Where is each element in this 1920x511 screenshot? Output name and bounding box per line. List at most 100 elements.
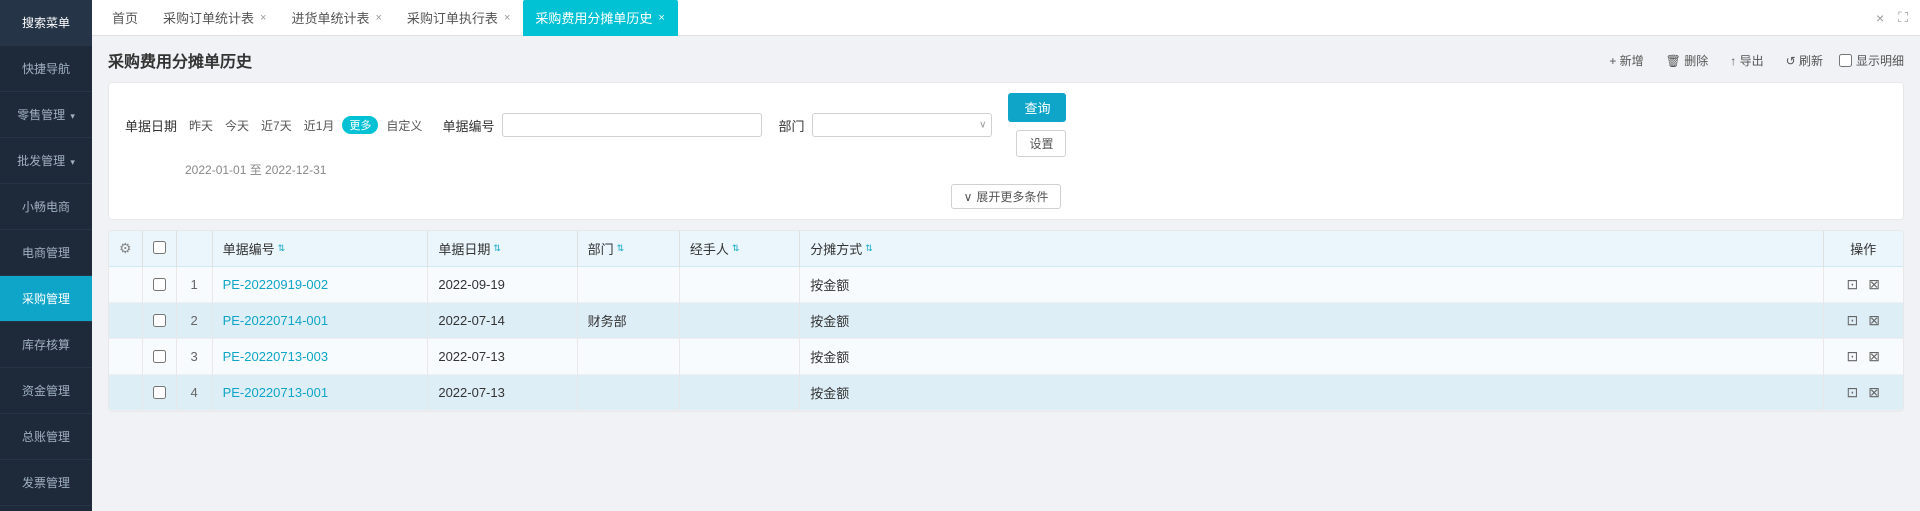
th-dept-sort-icon[interactable]: ⇅ <box>617 243 625 254</box>
tabbar-close-btn[interactable]: × <box>1872 8 1888 28</box>
tab-stock-stats[interactable]: 进货单统计表 × <box>279 0 394 36</box>
row-view-btn-1[interactable]: ⊡ <box>1845 310 1861 331</box>
shortcut-yesterday[interactable]: 昨天 <box>185 116 217 135</box>
add-button[interactable]: + 新增 <box>1603 49 1649 72</box>
row-checkbox-cell <box>142 339 176 375</box>
row-view-btn-3[interactable]: ⊡ <box>1845 382 1861 403</box>
row-delete-btn-0[interactable]: ⊠ <box>1866 274 1882 295</box>
shortcut-custom[interactable]: 自定义 <box>382 116 426 135</box>
tabbar-actions: × ⛶ <box>1872 7 1912 28</box>
th-date-label: 单据日期 <box>438 239 490 258</box>
sidebar-item-finance[interactable]: 资金管理 <box>0 368 92 414</box>
sidebar-item-label-invoice: 发票管理 <box>0 474 92 491</box>
sidebar-item-label-inventory: 库存核算 <box>0 336 92 353</box>
sidebar-item-ecommerce[interactable]: 电商管理 <box>0 230 92 276</box>
doc-no-filter-field: 单据编号 <box>442 113 762 137</box>
row-date-3: 2022-07-13 <box>428 375 577 411</box>
th-dept: 部门⇅ <box>577 231 679 267</box>
query-button[interactable]: 查询 <box>1008 93 1066 122</box>
th-split-sort-icon[interactable]: ⇅ <box>865 243 873 254</box>
tab-label-stock-stats: 进货单统计表 <box>291 8 369 27</box>
table-row: 1 PE-20220919-002 2022-09-19 按金额 ⊡ ⊠ <box>109 267 1903 303</box>
row-actions-0: ⊡ ⊠ <box>1823 267 1903 303</box>
th-handler-sort-icon[interactable]: ⇅ <box>732 243 740 254</box>
column-settings-icon[interactable]: ⚙ <box>119 240 132 256</box>
th-date-sort-icon[interactable]: ⇅ <box>493 243 501 254</box>
doc-no-link-2[interactable]: PE-20220713-003 <box>223 349 329 364</box>
row-delete-btn-2[interactable]: ⊠ <box>1866 346 1882 367</box>
dept-input[interactable] <box>812 113 992 137</box>
th-doc-no-sort-icon[interactable]: ⇅ <box>278 243 286 254</box>
tab-close-stock-stats[interactable]: × <box>375 12 381 24</box>
sidebar-item-invoice[interactable]: 发票管理 <box>0 460 92 506</box>
sidebar-item-label-retail: 零售管理 ▾ <box>0 106 92 123</box>
filter-settings-button[interactable]: 设置 <box>1016 130 1066 157</box>
date-shortcuts: 昨天 今天 近7天 近1月 更多 自定义 <box>185 116 426 135</box>
sidebar-item-mini[interactable]: 小畅电商 <box>0 184 92 230</box>
shortcut-7days[interactable]: 近7天 <box>257 116 296 135</box>
sidebar-item-label-mini: 小畅电商 <box>0 198 92 215</box>
shortcut-more[interactable]: 更多 <box>342 116 378 134</box>
row-handler-2 <box>679 339 799 375</box>
sidebar-item-general[interactable]: 总账管理 <box>0 414 92 460</box>
tab-close-purchase-cost-split[interactable]: × <box>658 12 664 24</box>
doc-no-link-1[interactable]: PE-20220714-001 <box>223 313 329 328</box>
data-table: ⚙ 单据编号⇅ 单据日期⇅ 部门⇅ <box>109 231 1903 411</box>
row-delete-btn-1[interactable]: ⊠ <box>1866 310 1882 331</box>
shortcut-1month[interactable]: 近1月 <box>300 116 339 135</box>
main-content: 首页采购订单统计表×进货单统计表×采购订单执行表×采购费用分摊单历史× × ⛶ … <box>92 0 1920 511</box>
row-dept-0 <box>577 267 679 303</box>
row-delete-btn-3[interactable]: ⊠ <box>1866 382 1882 403</box>
table-row: 4 PE-20220713-001 2022-07-13 按金额 ⊡ ⊠ <box>109 375 1903 411</box>
row-checkbox-3[interactable] <box>153 386 166 399</box>
tab-home[interactable]: 首页 <box>100 0 151 36</box>
sidebar-arrow-${item.id}: ▾ <box>70 157 75 167</box>
row-checkbox-0[interactable] <box>153 278 166 291</box>
dept-filter-field: 部门 ∨ <box>778 113 992 137</box>
tab-purchase-cost-split[interactable]: 采购费用分摊单历史× <box>523 0 677 36</box>
sidebar-item-wholesale[interactable]: 批发管理 ▾ <box>0 138 92 184</box>
th-doc-no: 单据编号⇅ <box>212 231 428 267</box>
doc-no-input[interactable] <box>502 113 762 137</box>
sidebar-item-label-search: 搜索菜单 <box>0 14 92 31</box>
row-num-2: 3 <box>176 339 212 375</box>
row-actions-1: ⊡ ⊠ <box>1823 303 1903 339</box>
date-filter-label: 单据日期 <box>125 116 177 135</box>
tab-close-purchase-order-stats[interactable]: × <box>260 12 266 24</box>
tab-purchase-order-exec[interactable]: 采购订单执行表× <box>395 0 523 36</box>
row-num-1: 2 <box>176 303 212 339</box>
table-header-row: ⚙ 单据编号⇅ 单据日期⇅ 部门⇅ <box>109 231 1903 267</box>
row-actions-2: ⊡ ⊠ <box>1823 339 1903 375</box>
sidebar-item-shortcut[interactable]: 快捷导航 <box>0 46 92 92</box>
shortcut-today[interactable]: 今天 <box>221 116 253 135</box>
doc-no-link-0[interactable]: PE-20220919-002 <box>223 277 329 292</box>
tabbar-maximize-btn[interactable]: ⛶ <box>1894 7 1912 28</box>
row-checkbox-2[interactable] <box>153 350 166 363</box>
tab-label-purchase-order-stats: 采购订单统计表 <box>163 8 254 27</box>
row-view-btn-2[interactable]: ⊡ <box>1845 346 1861 367</box>
expand-more-btn[interactable]: ∨ 展开更多条件 <box>951 184 1062 209</box>
select-all-checkbox[interactable] <box>153 241 166 254</box>
tab-close-purchase-order-exec[interactable]: × <box>504 12 510 24</box>
sidebar-item-inventory[interactable]: 库存核算 <box>0 322 92 368</box>
tab-purchase-order-stats[interactable]: 采购订单统计表 × <box>151 0 279 36</box>
export-button[interactable]: ↑ 导出 <box>1724 49 1769 72</box>
show-columns-checkbox-label[interactable]: 显示明细 <box>1839 52 1904 69</box>
tab-bar: 首页采购订单统计表×进货单统计表×采购订单执行表×采购费用分摊单历史× × ⛶ <box>92 0 1920 36</box>
delete-button[interactable]: 🗑 删除 <box>1660 49 1715 72</box>
row-date-0: 2022-09-19 <box>428 267 577 303</box>
row-doc-no-0: PE-20220919-002 <box>212 267 428 303</box>
sidebar-item-retail[interactable]: 零售管理 ▾ <box>0 92 92 138</box>
refresh-button[interactable]: ↺ 刷新 <box>1780 49 1829 72</box>
sidebar-item-search[interactable]: 搜索菜单 <box>0 0 92 46</box>
sidebar-item-label-ecommerce: 电商管理 <box>0 244 92 261</box>
th-settings: ⚙ <box>109 231 142 267</box>
th-split-label: 分摊方式 <box>810 239 862 258</box>
doc-no-link-3[interactable]: PE-20220713-001 <box>223 385 329 400</box>
sidebar-item-purchase[interactable]: 采购管理 <box>0 276 92 322</box>
show-columns-checkbox[interactable] <box>1839 54 1852 67</box>
row-view-btn-0[interactable]: ⊡ <box>1845 274 1861 295</box>
row-checkbox-1[interactable] <box>153 314 166 327</box>
th-handler-label: 经手人 <box>690 239 729 258</box>
row-settings-cell <box>109 267 142 303</box>
